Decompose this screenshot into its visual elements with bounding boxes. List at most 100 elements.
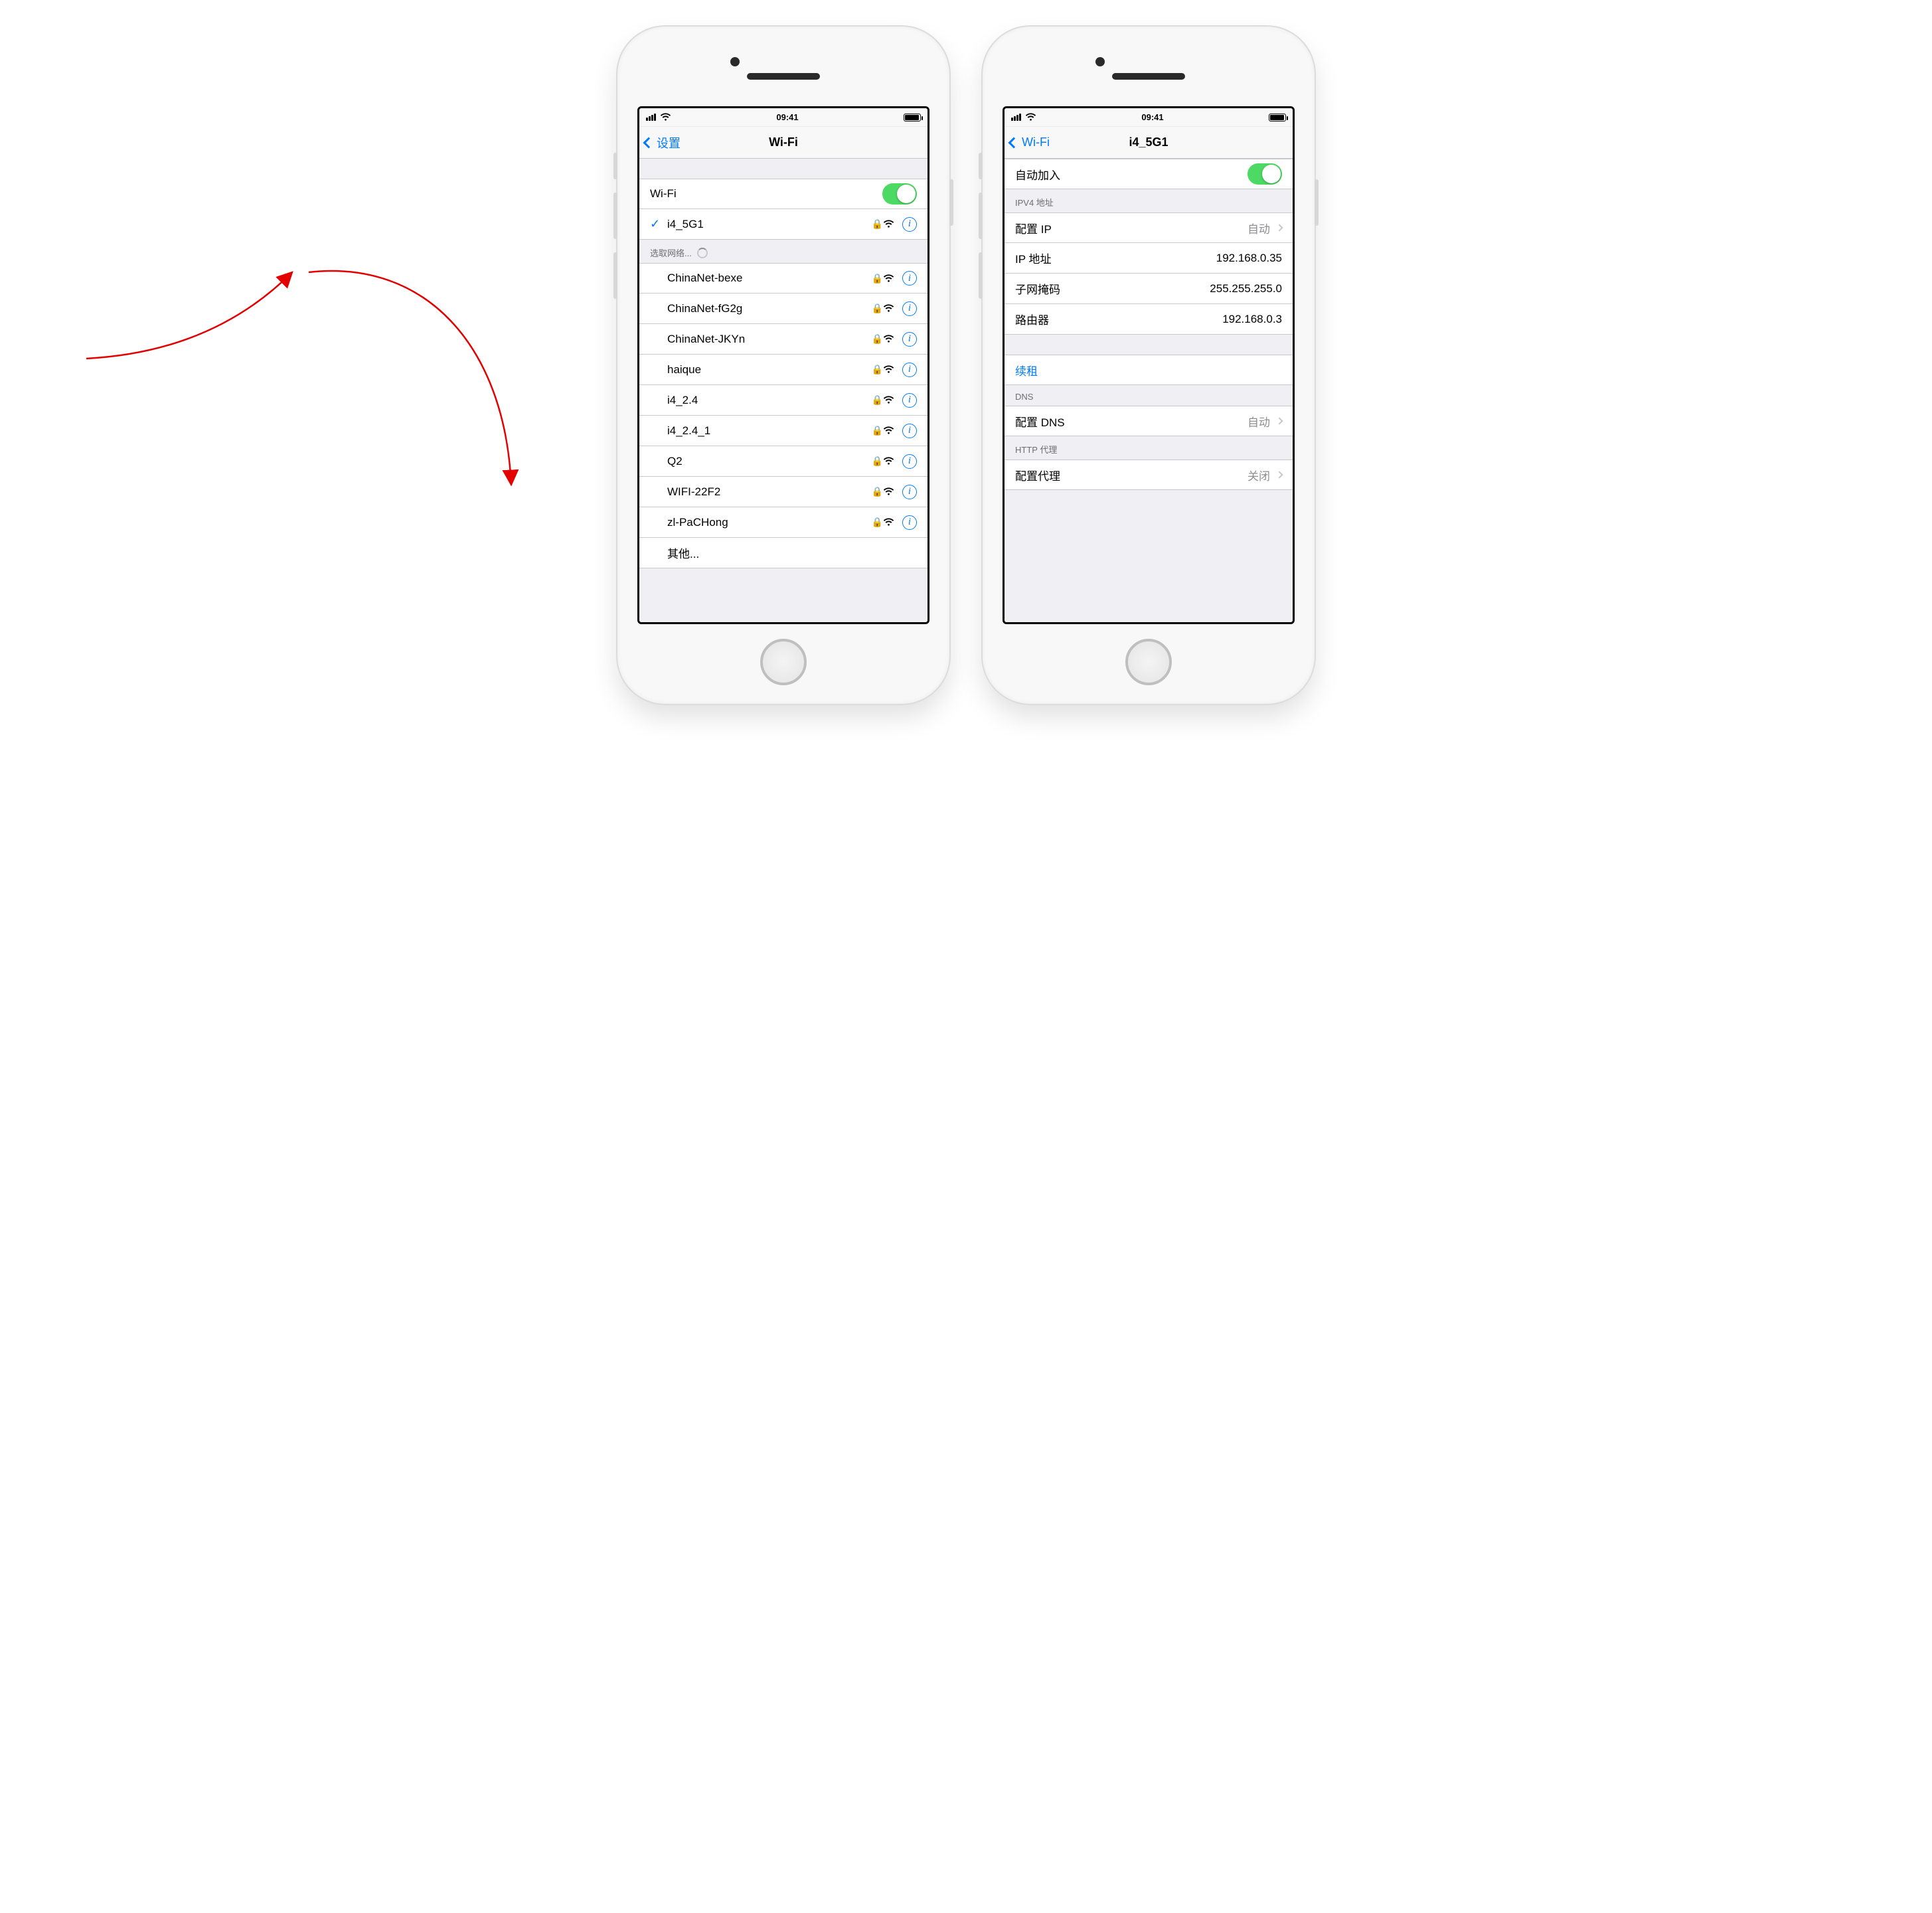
info-icon[interactable]: i — [902, 301, 917, 316]
network-name: zl-PaCHong — [667, 516, 866, 529]
network-name: ChinaNet-JKYn — [667, 333, 866, 346]
connected-network-row[interactable]: ✓ i4_5G1 🔒 i — [639, 209, 927, 240]
battery-icon — [1269, 114, 1286, 122]
connected-network-name: i4_5G1 — [667, 218, 866, 231]
info-icon[interactable]: i — [902, 454, 917, 469]
network-row[interactable]: zl-PaCHong🔒i — [639, 507, 927, 538]
status-time: 09:41 — [1141, 112, 1163, 122]
wifi-signal-icon — [883, 335, 894, 343]
wifi-toggle-row[interactable]: Wi-Fi — [639, 179, 927, 209]
info-icon[interactable]: i — [902, 271, 917, 286]
wifi-signal-icon — [883, 487, 894, 496]
dns-header: DNS — [1005, 385, 1293, 406]
wifi-signal-icon — [883, 518, 894, 527]
network-row[interactable]: Q2 🔒 i — [639, 446, 927, 477]
auto-join-label: 自动加入 — [1015, 166, 1248, 183]
volume-button — [979, 252, 983, 299]
lock-icon: 🔒 — [872, 273, 883, 284]
camera-dot — [730, 57, 740, 66]
chevron-right-icon — [1275, 417, 1283, 424]
router-row: 路由器 192.168.0.3 — [1005, 304, 1293, 335]
content-left: Wi-Fi ✓ i4_5G1 🔒 i 选取网络... ChinaNet-bexe… — [639, 159, 927, 622]
earpiece — [747, 73, 820, 80]
chevron-right-icon — [1275, 471, 1283, 478]
wifi-signal-icon — [883, 220, 894, 228]
chevron-right-icon — [1275, 224, 1283, 231]
status-bar: 09:41 — [1005, 108, 1293, 127]
annotation-arrows — [0, 0, 1932, 730]
screen-right: 09:41 Wi-Fi i4_5G1 自动加入 IPV4 地址 配置 IP 自动 — [1003, 106, 1295, 624]
wifi-toggle-label: Wi-Fi — [650, 187, 882, 201]
renew-lease-row[interactable]: 续租 — [1005, 355, 1293, 385]
back-label: 设置 — [657, 134, 681, 151]
configure-ip-row[interactable]: 配置 IP 自动 — [1005, 212, 1293, 243]
network-row[interactable]: WIFI-22F2 🔒 i — [639, 477, 927, 507]
configure-proxy-label: 配置代理 — [1015, 467, 1248, 483]
wifi-signal-icon — [883, 274, 894, 283]
router-label: 路由器 — [1015, 311, 1222, 327]
lock-icon: 🔒 — [872, 425, 883, 436]
configure-proxy-value: 关闭 — [1248, 467, 1270, 483]
home-button[interactable] — [760, 639, 807, 685]
wifi-status-icon — [660, 113, 671, 122]
auto-join-toggle[interactable] — [1248, 163, 1282, 185]
router-value: 192.168.0.3 — [1222, 313, 1282, 326]
wifi-toggle[interactable] — [882, 183, 917, 205]
phone-frame-right: 09:41 Wi-Fi i4_5G1 自动加入 IPV4 地址 配置 IP 自动 — [983, 27, 1315, 704]
network-name: WIFI-22F2 — [667, 485, 866, 499]
spinner-icon — [697, 248, 708, 258]
nav-bar: Wi-Fi i4_5G1 — [1005, 127, 1293, 159]
info-icon[interactable]: i — [902, 217, 917, 232]
camera-dot — [1095, 57, 1105, 66]
checkmark-icon: ✓ — [650, 217, 661, 231]
network-row[interactable]: ChinaNet-JKYn 🔒 i — [639, 324, 927, 355]
status-time: 09:41 — [776, 112, 798, 122]
ip-address-row: IP 地址 192.168.0.35 — [1005, 243, 1293, 274]
page-title: Wi-Fi — [769, 135, 798, 149]
network-row[interactable]: ChinaNet-fG2g🔒i — [639, 293, 927, 324]
back-label: Wi-Fi — [1022, 135, 1050, 149]
network-name: i4_2.4 — [667, 394, 866, 407]
info-icon[interactable]: i — [902, 393, 917, 408]
network-row[interactable]: haique🔒i — [639, 355, 927, 385]
auto-join-row[interactable]: 自动加入 — [1005, 159, 1293, 189]
ipv4-header: IPV4 地址 — [1005, 189, 1293, 212]
wifi-signal-icon — [883, 365, 894, 374]
screen-left: 09:41 设置 Wi-Fi Wi-Fi ✓ i4_5G1 🔒 — [637, 106, 929, 624]
configure-dns-label: 配置 DNS — [1015, 413, 1248, 430]
choose-network-label: 选取网络... — [650, 246, 692, 259]
home-button[interactable] — [1125, 639, 1172, 685]
lock-icon: 🔒 — [872, 456, 883, 467]
configure-ip-label: 配置 IP — [1015, 220, 1248, 236]
renew-lease-label: 续租 — [1015, 362, 1282, 378]
info-icon[interactable]: i — [902, 424, 917, 438]
other-label: 其他... — [667, 544, 917, 561]
configure-proxy-row[interactable]: 配置代理 关闭 — [1005, 459, 1293, 490]
network-name: Q2 — [667, 455, 866, 468]
back-button[interactable]: Wi-Fi — [1010, 135, 1050, 149]
lock-icon: 🔒 — [872, 303, 883, 314]
network-row[interactable]: i4_2.4_1 🔒 i — [639, 416, 927, 446]
proxy-header: HTTP 代理 — [1005, 436, 1293, 459]
info-icon[interactable]: i — [902, 332, 917, 347]
cell-signal-icon — [646, 114, 656, 121]
network-name: haique — [667, 363, 866, 376]
other-network-row[interactable]: 其他... — [639, 538, 927, 568]
lock-icon: 🔒 — [872, 486, 883, 497]
network-row[interactable]: i4_2.4🔒i — [639, 385, 927, 416]
nav-bar: 设置 Wi-Fi — [639, 127, 927, 159]
power-button — [949, 179, 953, 226]
back-button[interactable]: 设置 — [645, 134, 681, 151]
network-name: i4_2.4_1 — [667, 424, 866, 438]
info-icon[interactable]: i — [902, 515, 917, 530]
wifi-signal-icon — [883, 304, 894, 313]
chevron-left-icon — [1008, 137, 1020, 148]
lock-icon: 🔒 — [872, 333, 883, 345]
network-row[interactable]: ChinaNet-bexe🔒i — [639, 263, 927, 293]
wifi-signal-icon — [883, 396, 894, 404]
phone-frame-left: 09:41 设置 Wi-Fi Wi-Fi ✓ i4_5G1 🔒 — [617, 27, 949, 704]
info-icon[interactable]: i — [902, 363, 917, 377]
info-icon[interactable]: i — [902, 485, 917, 499]
wifi-signal-icon — [883, 426, 894, 435]
configure-dns-row[interactable]: 配置 DNS 自动 — [1005, 406, 1293, 436]
